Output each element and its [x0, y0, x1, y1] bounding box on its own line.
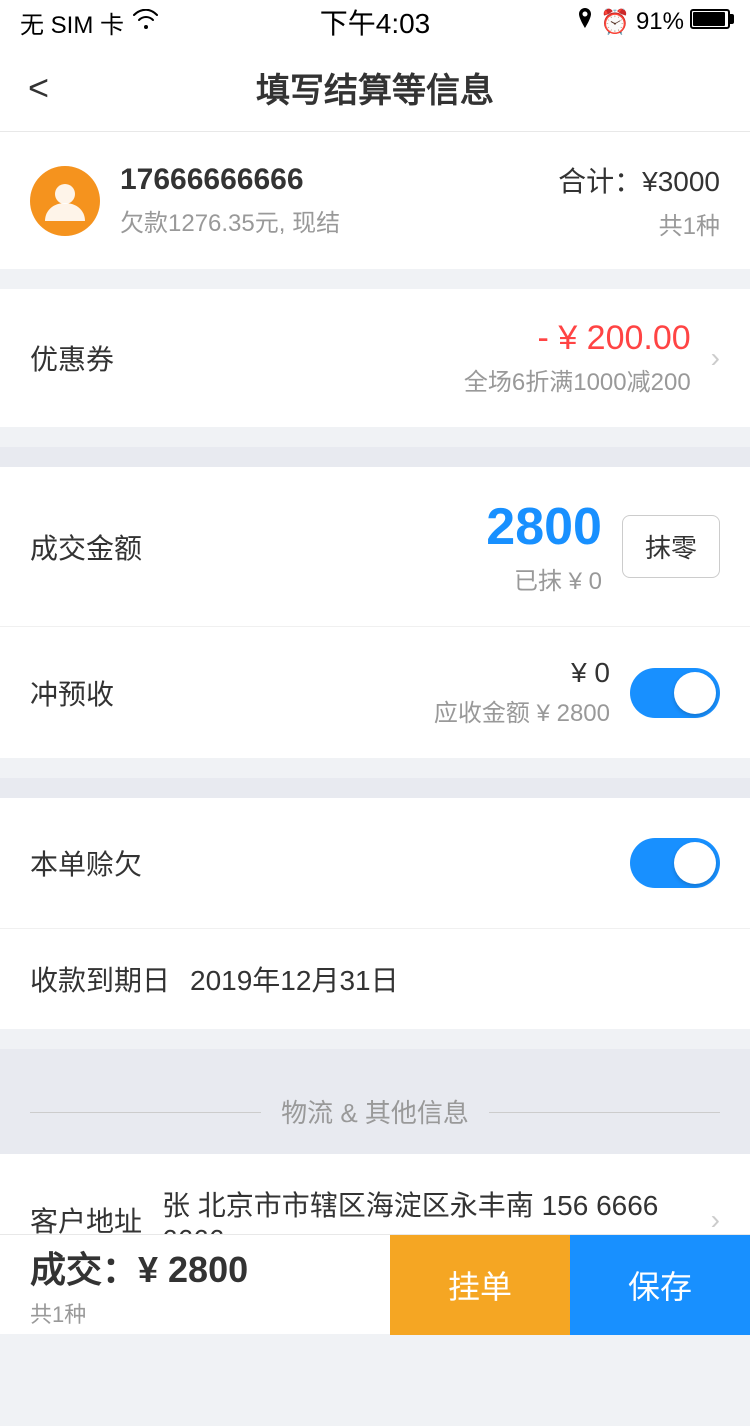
battery-icon — [690, 8, 730, 36]
debt-label: 本单赊欠 — [30, 843, 142, 883]
amount-row: 成交金额 2800 已抹 ¥ 0 抹零 — [0, 467, 750, 626]
duedate-row: 收款到期日 2019年12月31日 — [0, 928, 750, 1029]
status-right: ⏰ 91% — [576, 8, 730, 37]
customer-left: 17666666666 欠款1276.35元, 现结 — [30, 163, 340, 238]
duedate-label: 收款到期日 — [30, 959, 170, 999]
customer-sub: 欠款1276.35元, 现结 — [120, 203, 340, 238]
precharge-sub: 应收金额 ¥ 2800 — [434, 693, 610, 728]
location-icon — [576, 8, 594, 37]
debt-toggle-knob — [674, 842, 716, 884]
divider-1 — [0, 447, 750, 467]
coupon-chevron-icon: › — [711, 342, 720, 374]
coupon-discount: - ¥ 200.00 — [464, 319, 691, 358]
suspend-button[interactable]: 挂单 — [390, 1235, 570, 1335]
amount-sub: 已抹 ¥ 0 — [486, 561, 602, 596]
customer-count: 共1种 — [558, 206, 720, 241]
bottom-summary-value: ¥ 2800 — [138, 1249, 248, 1290]
logistics-header: 物流 & 其他信息 — [0, 1069, 750, 1154]
customer-right: 合计：¥3000 共1种 — [558, 160, 720, 241]
avatar — [30, 166, 100, 236]
customer-total: 合计：¥3000 — [558, 160, 720, 200]
nav-bar: < 填写结算等信息 — [0, 44, 750, 132]
toggle-knob — [674, 672, 716, 714]
divider-3 — [0, 1049, 750, 1069]
bottom-total: 成交：¥ 2800 — [30, 1241, 360, 1293]
total-label: 合计： — [558, 166, 642, 197]
amount-value-wrap: 2800 已抹 ¥ 0 — [486, 497, 602, 596]
carrier-text: 无 SIM 卡 — [20, 5, 124, 40]
nav-title: 填写结算等信息 — [256, 63, 494, 112]
coupon-row[interactable]: 优惠券 - ¥ 200.00 全场6折满1000减200 › — [0, 289, 750, 427]
coupon-detail: 全场6折满1000减200 — [464, 362, 691, 397]
bottom-bar: 成交：¥ 2800 共1种 挂单 保存 — [0, 1234, 750, 1334]
divider-2 — [0, 778, 750, 798]
coupon-section: 优惠券 - ¥ 200.00 全场6折满1000减200 › — [0, 289, 750, 427]
battery-percent: 91% — [636, 8, 684, 36]
status-bar: 无 SIM 卡 下午4:03 ⏰ 91% — [0, 0, 750, 44]
total-value: ¥3000 — [642, 166, 720, 197]
coupon-label: 优惠券 — [30, 338, 114, 378]
content: 17666666666 欠款1276.35元, 现结 合计：¥3000 共1种 … — [0, 132, 750, 1426]
save-button[interactable]: 保存 — [570, 1235, 750, 1335]
coupon-right: - ¥ 200.00 全场6折满1000减200 › — [464, 319, 720, 397]
precharge-toggle[interactable] — [630, 668, 720, 718]
precharge-right: ¥ 0 应收金额 ¥ 2800 — [434, 657, 720, 728]
precharge-label: 冲预收 — [30, 673, 114, 713]
amount-value: 2800 — [486, 497, 602, 557]
alarm-icon: ⏰ — [600, 8, 630, 37]
customer-info: 17666666666 欠款1276.35元, 现结 — [120, 163, 340, 238]
bottom-summary: 成交：¥ 2800 共1种 — [0, 1241, 390, 1329]
precharge-row: 冲预收 ¥ 0 应收金额 ¥ 2800 — [0, 626, 750, 758]
debt-toggle[interactable] — [630, 838, 720, 888]
coupon-right-wrap: - ¥ 200.00 全场6折满1000减200 — [464, 319, 691, 397]
amount-section: 成交金额 2800 已抹 ¥ 0 抹零 冲预收 ¥ 0 应收金额 ¥ 2800 — [0, 467, 750, 758]
round-button[interactable]: 抹零 — [622, 515, 720, 578]
duedate-value: 2019年12月31日 — [190, 959, 399, 999]
debt-section: 本单赊欠 收款到期日 2019年12月31日 — [0, 798, 750, 1029]
logistics-title: 物流 & 其他信息 — [261, 1093, 489, 1130]
customer-card: 17666666666 欠款1276.35元, 现结 合计：¥3000 共1种 — [0, 132, 750, 269]
amount-label: 成交金额 — [30, 527, 142, 567]
precharge-amount-wrap: ¥ 0 应收金额 ¥ 2800 — [434, 657, 610, 728]
precharge-amount: ¥ 0 — [434, 657, 610, 689]
status-time: 下午4:03 — [320, 2, 431, 42]
status-left: 无 SIM 卡 — [20, 5, 160, 40]
wifi-icon — [132, 8, 160, 36]
bottom-count: 共1种 — [30, 1297, 360, 1329]
address-chevron-icon: › — [711, 1204, 720, 1236]
bottom-summary-label: 成交： — [30, 1249, 138, 1290]
back-button[interactable]: < — [28, 67, 49, 109]
debt-row: 本单赊欠 — [0, 798, 750, 928]
amount-right: 2800 已抹 ¥ 0 抹零 — [486, 497, 720, 596]
customer-phone: 17666666666 — [120, 163, 340, 197]
